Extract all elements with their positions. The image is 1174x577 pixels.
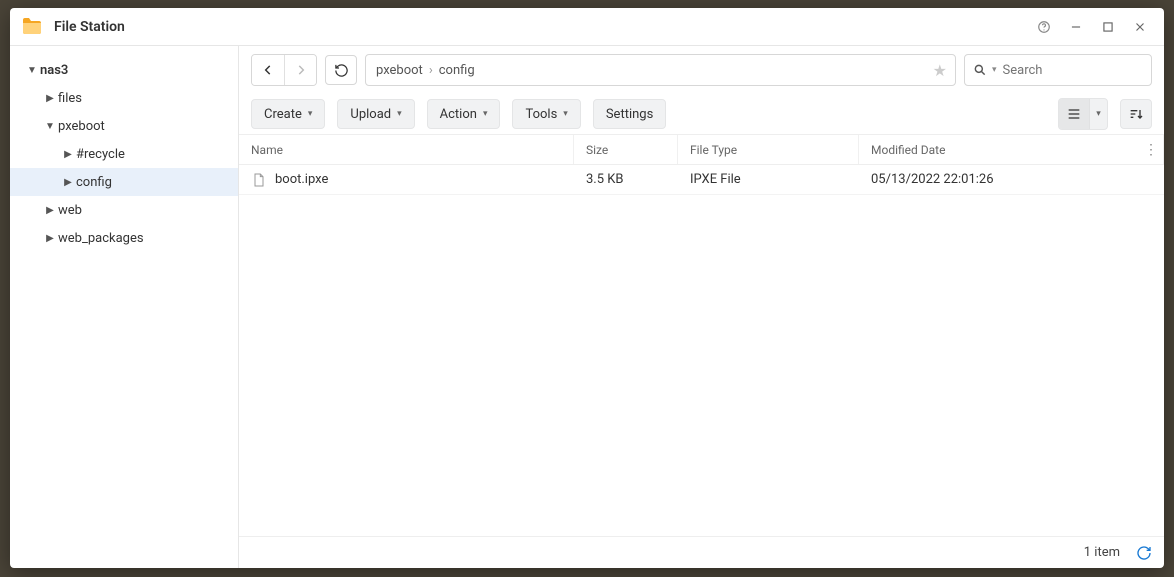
file-icon (251, 172, 267, 188)
sort-button[interactable] (1120, 99, 1152, 129)
help-button[interactable] (1030, 13, 1058, 41)
create-button[interactable]: Create ▾ (251, 99, 325, 129)
column-header-type[interactable]: File Type (678, 135, 859, 164)
favorite-star-icon[interactable]: ★ (933, 61, 947, 80)
tools-button[interactable]: Tools ▾ (512, 99, 580, 129)
folder-tree: ▼ nas3 ▶ files ▼ pxeboot ▶ #recycle ▶ co… (10, 46, 239, 568)
search-box[interactable]: ▾ (964, 54, 1152, 86)
tree-item-web[interactable]: ▶ web (10, 196, 238, 224)
search-icon (973, 63, 987, 77)
close-button[interactable] (1126, 13, 1154, 41)
column-menu-icon[interactable]: ⋮ (1144, 142, 1158, 158)
refresh-button[interactable] (1136, 545, 1152, 561)
caret-down-icon: ▾ (563, 109, 568, 119)
tree-item-config[interactable]: ▶ config (10, 168, 238, 196)
tree-item-pxeboot[interactable]: ▼ pxeboot (10, 112, 238, 140)
button-label: Create (264, 107, 302, 122)
maximize-button[interactable] (1094, 13, 1122, 41)
tree-item-web-packages[interactable]: ▶ web_packages (10, 224, 238, 252)
file-row[interactable]: boot.ipxe 3.5 KB IPXE File 05/13/2022 22… (239, 165, 1164, 195)
button-label: Action (440, 107, 477, 122)
tree-item-files[interactable]: ▶ files (10, 84, 238, 112)
tree-label: pxeboot (58, 119, 105, 134)
titlebar: File Station (10, 8, 1164, 46)
chevron-right-icon: ▶ (60, 149, 76, 160)
search-input[interactable] (1003, 63, 1169, 78)
file-grid: Name Size File Type Modified Date ⋮ boot… (239, 134, 1164, 536)
main-panel: pxeboot › config ★ ▾ Create ▾ Upload ▾ Act… (239, 46, 1164, 568)
tree-label: nas3 (40, 63, 68, 78)
tree-label: #recycle (76, 147, 125, 162)
settings-button[interactable]: Settings (593, 99, 666, 129)
item-count: 1 item (1084, 545, 1120, 560)
caret-down-icon: ▾ (397, 109, 402, 119)
button-label: Settings (606, 107, 653, 122)
chevron-down-icon: ▼ (42, 121, 58, 132)
tree-label: files (58, 91, 82, 106)
breadcrumb-segment[interactable]: pxeboot (376, 63, 423, 78)
file-type: IPXE File (678, 172, 859, 187)
breadcrumb-segment[interactable]: config (439, 63, 475, 78)
chevron-right-icon: ▶ (42, 93, 58, 104)
file-name: boot.ipxe (275, 172, 328, 187)
history-nav (251, 54, 317, 86)
minimize-button[interactable] (1062, 13, 1090, 41)
tree-label: web_packages (58, 231, 144, 246)
view-mode-group: ▾ (1058, 98, 1108, 130)
column-header-name[interactable]: Name (239, 135, 574, 164)
breadcrumb[interactable]: pxeboot › config ★ (365, 54, 956, 86)
chevron-right-icon: ▶ (42, 205, 58, 216)
forward-button[interactable] (284, 55, 316, 85)
chevron-right-icon: ▶ (60, 177, 76, 188)
tree-root-nas3[interactable]: ▼ nas3 (10, 56, 238, 84)
tree-item-recycle[interactable]: ▶ #recycle (10, 140, 238, 168)
back-button[interactable] (252, 55, 284, 85)
column-header-size[interactable]: Size (574, 135, 678, 164)
tree-label: web (58, 203, 82, 218)
grid-body: boot.ipxe 3.5 KB IPXE File 05/13/2022 22… (239, 165, 1164, 536)
file-station-window: File Station ▼ nas3 ▶ files ▼ px (10, 8, 1164, 568)
list-view-button[interactable] (1059, 99, 1089, 129)
view-mode-caret[interactable]: ▾ (1089, 99, 1107, 129)
upload-button[interactable]: Upload ▾ (337, 99, 414, 129)
reload-button[interactable] (325, 55, 357, 85)
column-header-date[interactable]: Modified Date (859, 135, 1164, 164)
grid-header: Name Size File Type Modified Date ⋮ (239, 135, 1164, 165)
caret-down-icon: ▾ (308, 109, 313, 119)
chevron-right-icon: ▶ (42, 233, 58, 244)
chevron-right-icon: › (429, 63, 433, 78)
tree-label: config (76, 175, 112, 190)
chevron-down-icon: ▼ (24, 65, 40, 76)
file-modified-date: 05/13/2022 22:01:26 (859, 172, 1164, 187)
action-button[interactable]: Action ▾ (427, 99, 501, 129)
action-toolbar: Create▾ Upload▾ Action▾ Tools▾ Settings … (239, 94, 1164, 134)
status-bar: 1 item (239, 536, 1164, 568)
caret-down-icon: ▾ (483, 109, 488, 119)
app-title: File Station (54, 19, 125, 35)
file-size: 3.5 KB (574, 172, 678, 187)
navigation-toolbar: pxeboot › config ★ ▾ (239, 46, 1164, 94)
button-label: Upload (350, 107, 391, 122)
search-options-caret-icon[interactable]: ▾ (992, 65, 997, 75)
app-folder-icon (20, 15, 44, 39)
button-label: Tools (525, 107, 557, 122)
